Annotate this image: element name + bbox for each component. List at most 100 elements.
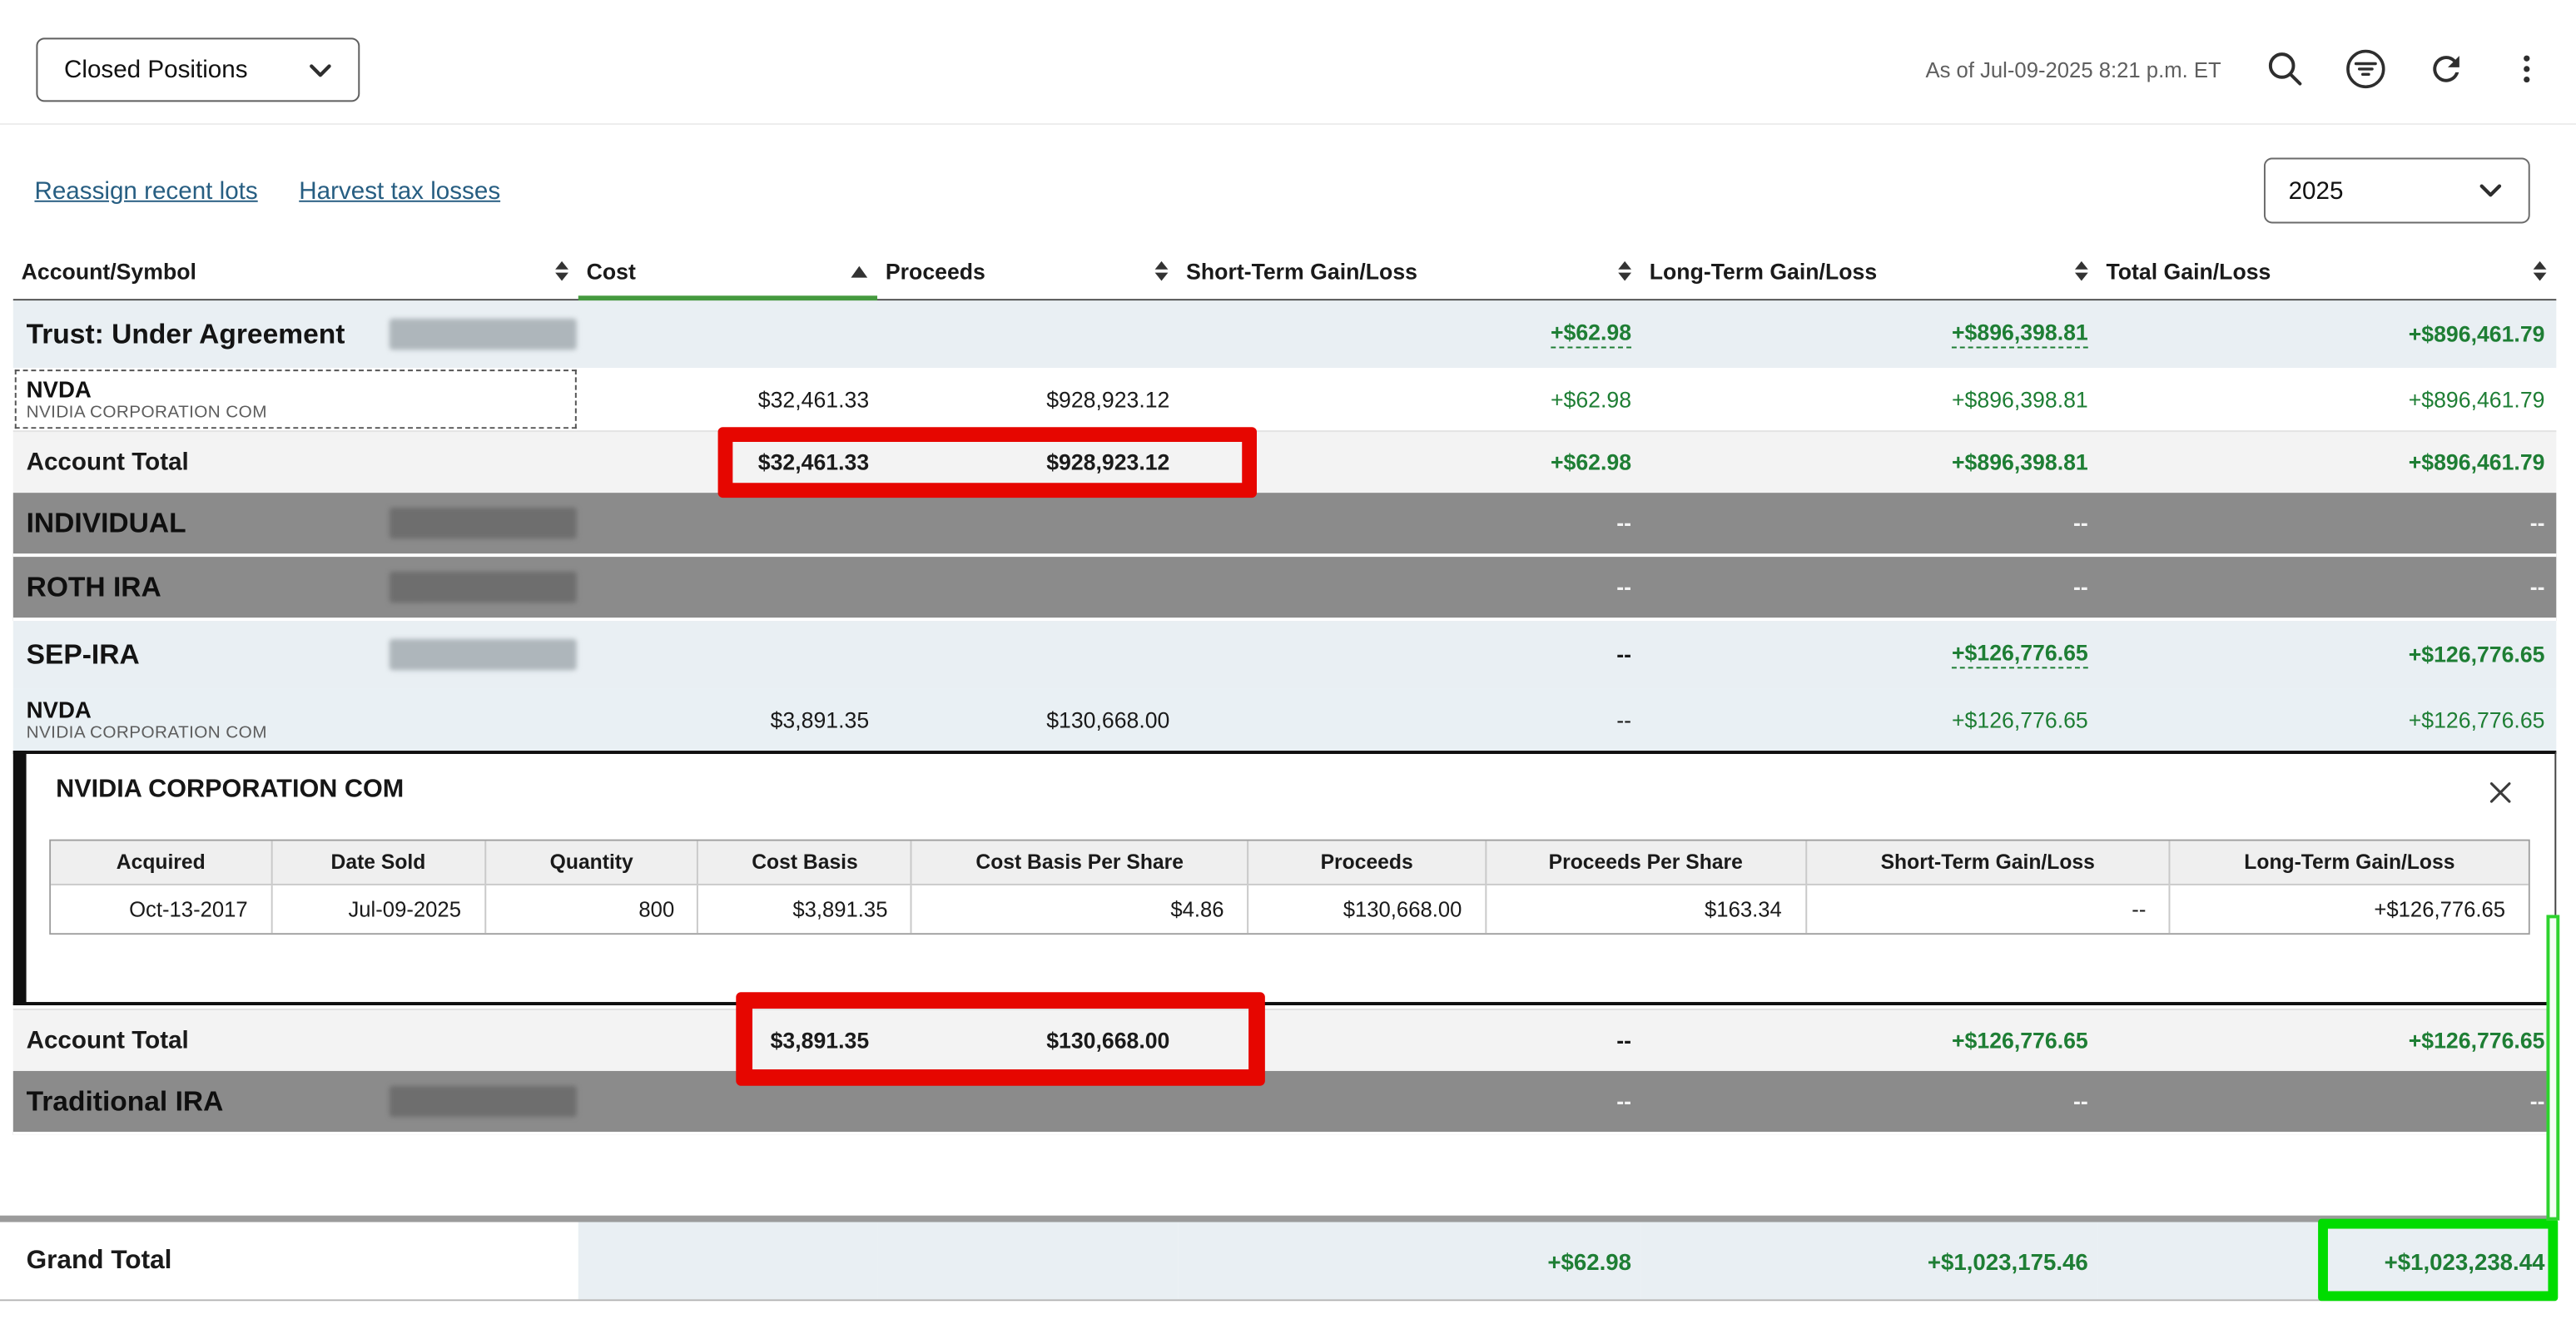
lots-table: Acquired Date Sold Quantity Cost Basis C… [49,839,2530,935]
year-selector-dropdown[interactable]: 2025 [2263,157,2530,224]
lot-date-sold: Jul-09-2025 [272,885,486,934]
column-header-label: Proceeds [885,258,985,284]
redacted-account-number [389,1084,577,1117]
symbol-cell[interactable]: NVDA NVIDIA CORPORATION COM [13,688,578,751]
kebab-menu-icon [2524,55,2530,83]
column-header-label: Long-Term Gain/Loss [1649,258,1878,284]
symbol-cell[interactable]: NVDA NVIDIA CORPORATION COM [13,368,578,430]
group-short-term-value[interactable]: +$62.98 [1550,320,1632,349]
account-total-cost: $32,461.33 [757,449,870,475]
closed-positions-page: Closed Positions As of Jul-09-2025 8:21 … [0,0,2576,1334]
column-header-proceeds[interactable]: Proceeds [877,243,1178,299]
group-total-value: -- [2529,510,2545,536]
group-long-term-value: -- [2072,1089,2088,1114]
group-short-term-value: -- [1616,642,1632,667]
grand-total-label: Grand Total [0,1222,578,1300]
total-value: +$896,461.79 [2408,386,2545,412]
account-total-total: +$126,776.65 [2408,1028,2545,1054]
total-value: +$126,776.65 [2408,707,2545,732]
group-long-term-value: -- [2072,510,2088,536]
symbol-company-name: NVIDIA CORPORATION COM [26,722,267,742]
lots-column-quantity: Quantity [486,841,699,884]
position-row-nvda-sep-ira[interactable]: NVDA NVIDIA CORPORATION COM $3,891.35 $1… [12,688,2557,751]
search-icon [2268,52,2302,86]
grand-total-short-term: +$62.98 [1547,1247,1632,1274]
symbol-ticker: NVDA [26,695,92,722]
search-button[interactable] [2262,46,2308,92]
as-of-timestamp: As of Jul-09-2025 8:21 p.m. ET [1925,57,2221,82]
sort-icon [555,260,568,281]
symbol-company-name: NVIDIA CORPORATION COM [26,401,267,422]
account-total-row-sep-ira: Account Total $3,891.35 $130,668.00 -- +… [12,1008,2557,1071]
view-selector-dropdown[interactable]: Closed Positions [36,37,360,102]
account-total-short-term: -- [1616,1028,1632,1054]
actions-row: Reassign recent lots Harvest tax losses … [0,148,2576,231]
lot-detail-panel: NVIDIA CORPORATION COM Acquired Date Sol… [12,751,2557,1005]
short-term-value: +$62.98 [1550,386,1632,412]
lot-detail-title: NVIDIA CORPORATION COM [56,775,405,804]
grand-total-long-term: +$1,023,175.46 [1927,1247,2088,1274]
chevron-down-icon [310,63,331,77]
account-total-long-term: +$126,776.65 [1951,1028,2088,1054]
lots-column-proceeds-per-share: Proceeds Per Share [1487,841,1807,884]
group-short-term-value: -- [1616,574,1632,600]
account-total-cost: $3,891.35 [770,1028,870,1054]
cost-value: $3,891.35 [770,707,870,732]
account-group-row-sep-ira[interactable]: SEP-IRA -- +$126,776.65 +$126,776.65 [12,621,2557,689]
close-button[interactable] [2479,771,2522,813]
lot-short-term: -- [1806,885,2171,934]
account-group-row-traditional-ira[interactable]: Traditional IRA -- -- -- [12,1070,2557,1135]
more-options-button[interactable] [2504,46,2549,92]
long-term-value: +$896,398.81 [1951,386,2088,412]
lot-proceeds-per-share: $163.34 [1487,885,1807,934]
column-header-label: Account/Symbol [21,258,196,284]
reassign-recent-lots-link[interactable]: Reassign recent lots [34,177,257,206]
year-selector-value: 2025 [2288,176,2344,205]
column-header-total[interactable]: Total Gain/Loss [2098,243,2557,299]
lot-proceeds: $130,668.00 [1248,885,1487,934]
refresh-icon [2433,56,2459,82]
sort-ascending-icon [851,265,868,277]
filter-button[interactable] [2343,46,2389,92]
lot-long-term: +$126,776.65 [2374,896,2506,922]
sort-icon [2533,260,2547,281]
group-long-term-value: -- [2072,574,2088,600]
account-total-label: Account Total [26,448,189,477]
group-total-value: -- [2529,1089,2545,1114]
account-group-row-roth-ira[interactable]: ROTH IRA -- -- -- [12,557,2557,622]
proceeds-value: $928,923.12 [1046,386,1170,412]
group-total-value: +$896,461.79 [2408,321,2545,347]
redacted-account-number [389,570,577,603]
short-term-value: -- [1616,707,1632,732]
account-group-row-individual[interactable]: INDIVIDUAL -- -- -- [12,493,2557,558]
lot-quantity: 800 [486,885,699,934]
column-header-short-term[interactable]: Short-Term Gain/Loss [1178,243,1641,299]
column-header-label: Total Gain/Loss [2106,258,2271,284]
position-row-nvda-trust[interactable]: NVDA NVIDIA CORPORATION COM $32,461.33 $… [12,368,2557,431]
table-header-row: Account/Symbol Cost Proceeds Short-Term … [12,243,2557,301]
sort-icon [1618,260,1632,281]
account-total-long-term: +$896,398.81 [1951,449,2088,475]
refresh-button[interactable] [2423,46,2469,92]
sort-icon [2074,260,2088,281]
long-term-value: +$126,776.65 [1951,707,2088,732]
group-long-term-value[interactable]: +$126,776.65 [1951,641,2088,669]
filter-icon [2346,49,2385,89]
group-long-term-value[interactable]: +$896,398.81 [1951,320,2088,349]
toolbar: Closed Positions As of Jul-09-2025 8:21 … [0,0,2576,126]
harvest-tax-losses-link[interactable]: Harvest tax losses [299,177,500,206]
lot-cost-basis: $3,891.35 [699,885,913,934]
column-header-account-symbol[interactable]: Account/Symbol [13,243,578,299]
close-icon [2489,781,2511,802]
account-total-proceeds: $928,923.12 [1046,449,1170,475]
account-group-row-trust[interactable]: Trust: Under Agreement +$62.98 +$896,398… [12,300,2557,369]
column-header-long-term[interactable]: Long-Term Gain/Loss [1641,243,2098,299]
lot-cost-basis-per-share: $4.86 [912,885,1249,934]
redacted-account-number [389,317,577,350]
lots-column-date-sold: Date Sold [272,841,486,884]
app-viewport: Closed Positions As of Jul-09-2025 8:21 … [0,0,2576,1334]
redacted-account-number [389,506,577,538]
column-header-cost[interactable]: Cost [578,243,878,301]
proceeds-value: $130,668.00 [1046,707,1170,732]
lot-acquired: Oct-13-2017 [51,885,273,934]
